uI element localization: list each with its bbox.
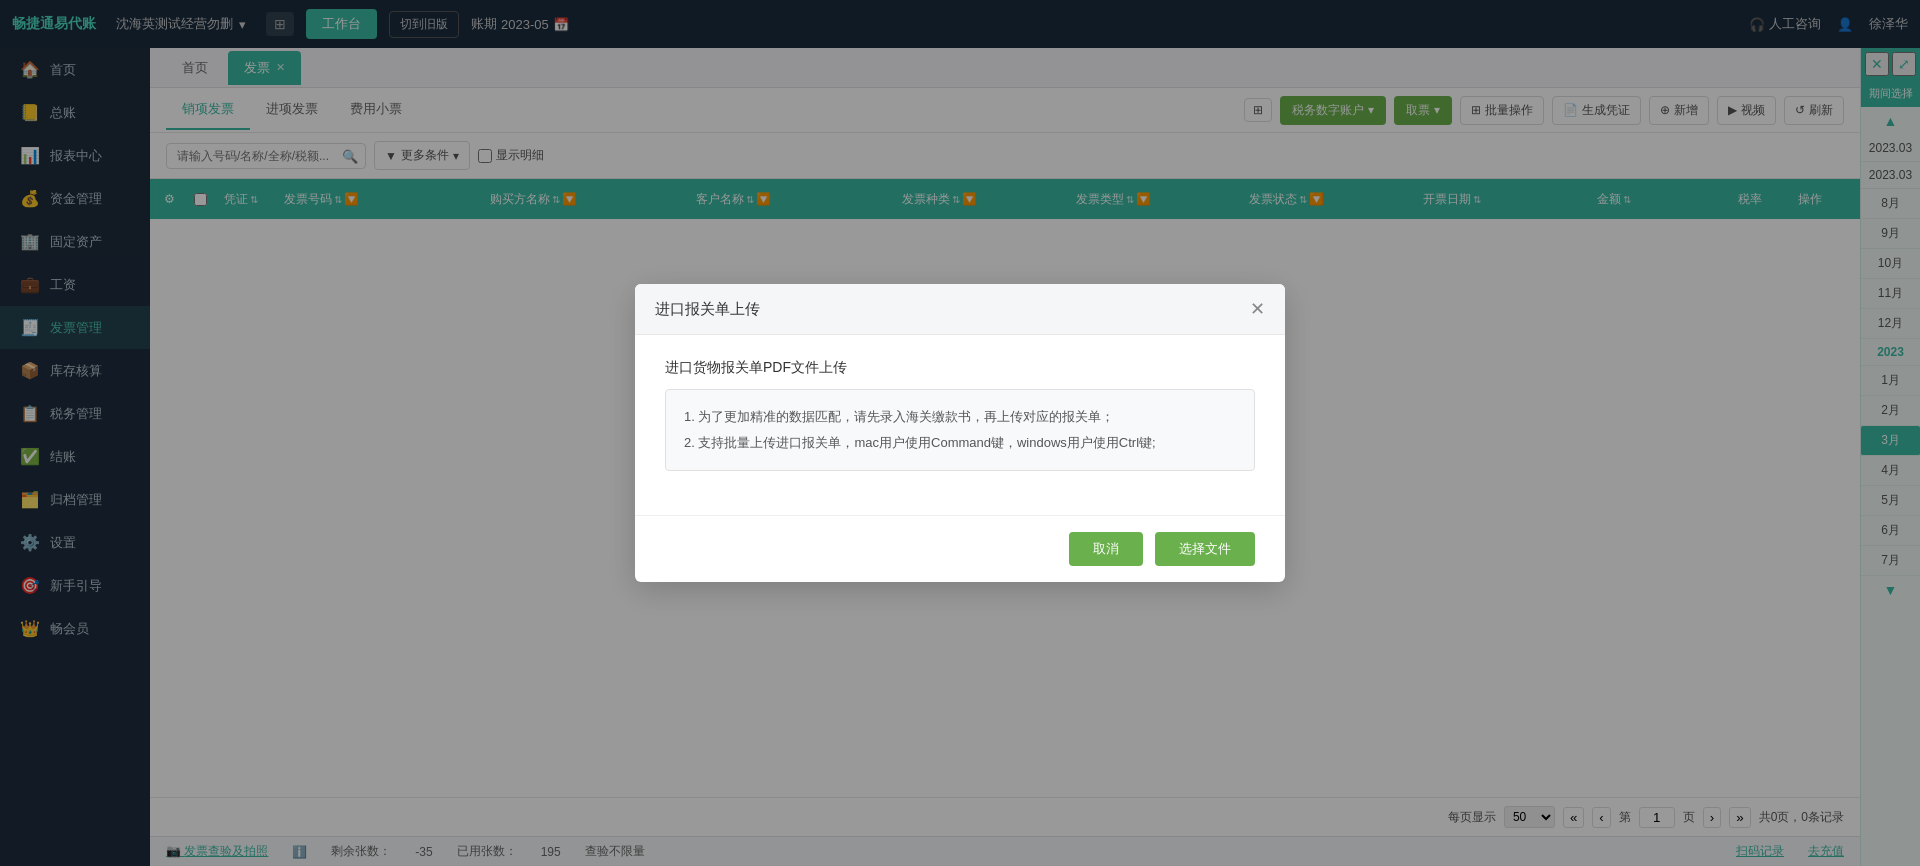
modal-title: 进口报关单上传 (655, 300, 760, 319)
modal-section-title: 进口货物报关单PDF文件上传 (665, 359, 1255, 377)
modal-select-file-btn[interactable]: 选择文件 (1155, 532, 1255, 566)
modal-info-item-2: 2. 支持批量上传进口报关单，mac用户使用Command键，windows用户… (684, 430, 1236, 456)
modal-info-box: 1. 为了更加精准的数据匹配，请先录入海关缴款书，再上传对应的报关单； 2. 支… (665, 389, 1255, 471)
modal-cancel-btn[interactable]: 取消 (1069, 532, 1143, 566)
modal-body: 进口货物报关单PDF文件上传 1. 为了更加精准的数据匹配，请先录入海关缴款书，… (635, 335, 1285, 515)
modal-footer: 取消 选择文件 (635, 515, 1285, 582)
modal-dialog: 进口报关单上传 ✕ 进口货物报关单PDF文件上传 1. 为了更加精准的数据匹配，… (635, 284, 1285, 582)
modal-close-btn[interactable]: ✕ (1250, 298, 1265, 320)
modal-header: 进口报关单上传 ✕ (635, 284, 1285, 335)
modal-info-item-1: 1. 为了更加精准的数据匹配，请先录入海关缴款书，再上传对应的报关单； (684, 404, 1236, 430)
modal-overlay[interactable]: 进口报关单上传 ✕ 进口货物报关单PDF文件上传 1. 为了更加精准的数据匹配，… (0, 0, 1920, 866)
